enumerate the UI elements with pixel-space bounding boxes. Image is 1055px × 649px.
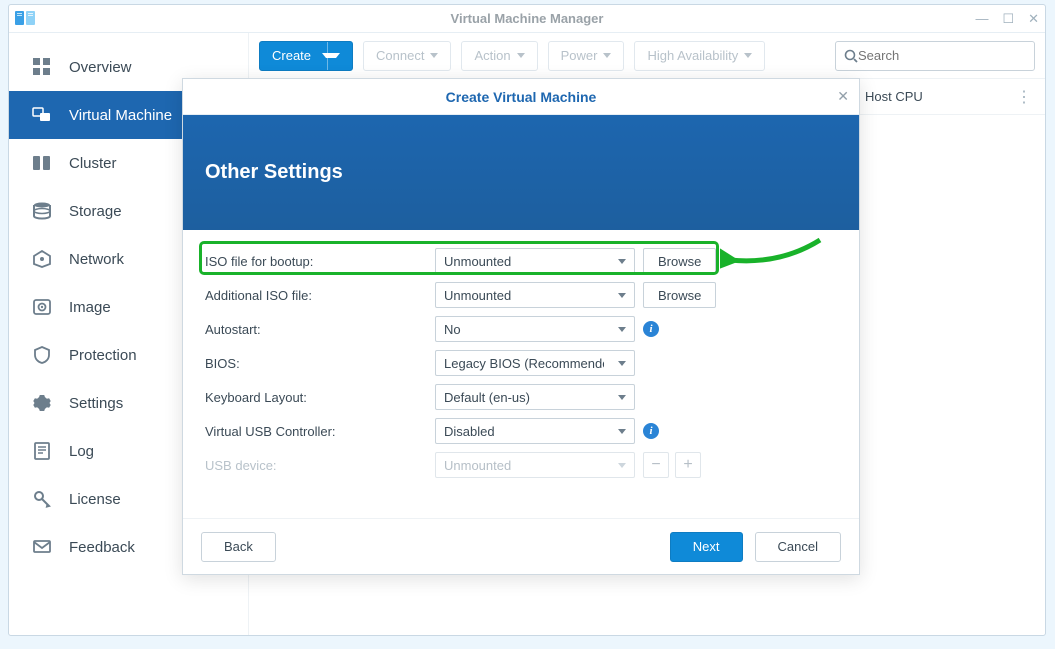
- sidebar-item-label: Settings: [69, 395, 123, 412]
- select-bios[interactable]: Legacy BIOS (Recommende: [435, 350, 635, 376]
- window-close-icon[interactable]: ✕: [1028, 11, 1039, 27]
- modal-body: ISO file for bootup: Unmounted Browse Ad…: [183, 230, 859, 518]
- sidebar-item-label: Overview: [69, 59, 132, 76]
- vm-icon: [31, 104, 53, 126]
- column-header-host-cpu[interactable]: Host CPU: [865, 89, 1015, 104]
- row-keyboard-layout: Keyboard Layout: Default (en-us): [205, 380, 843, 414]
- chevron-down-icon: [618, 293, 626, 298]
- row-bios: BIOS: Legacy BIOS (Recommende: [205, 346, 843, 380]
- window-minimize-icon[interactable]: —: [975, 11, 988, 27]
- feedback-icon: [31, 536, 53, 558]
- row-usb-device: USB device: Unmounted − +: [205, 448, 843, 482]
- grid-icon: [31, 56, 53, 78]
- chevron-down-icon: [618, 429, 626, 434]
- search-input[interactable]: [858, 48, 1034, 63]
- label-iso-additional: Additional ISO file:: [205, 288, 435, 303]
- search-box[interactable]: [835, 41, 1035, 71]
- modal-title: Create Virtual Machine: [446, 89, 597, 105]
- power-button[interactable]: Power: [548, 41, 625, 71]
- select-usb-device: Unmounted: [435, 452, 635, 478]
- cancel-button[interactable]: Cancel: [755, 532, 841, 562]
- sidebar-item-label: Feedback: [69, 539, 135, 556]
- browse-iso-bootup-button[interactable]: Browse: [643, 248, 716, 274]
- close-icon[interactable]: ✕: [837, 88, 849, 105]
- label-usb-device: USB device:: [205, 458, 435, 473]
- modal-heading: Other Settings: [183, 115, 859, 230]
- label-bios: BIOS:: [205, 356, 435, 371]
- modal-titlebar: Create Virtual Machine ✕: [183, 79, 859, 115]
- gear-icon: [31, 392, 53, 414]
- chevron-down-icon: [603, 53, 611, 58]
- search-icon: [844, 49, 858, 63]
- titlebar: Virtual Machine Manager — ☐ ✕: [9, 5, 1045, 33]
- action-button[interactable]: Action: [461, 41, 537, 71]
- chevron-down-icon: [618, 395, 626, 400]
- sidebar-item-label: License: [69, 491, 121, 508]
- add-usb-device-button: +: [675, 452, 701, 478]
- select-iso-additional[interactable]: Unmounted: [435, 282, 635, 308]
- info-icon[interactable]: i: [643, 423, 659, 439]
- license-icon: [31, 488, 53, 510]
- select-iso-bootup[interactable]: Unmounted: [435, 248, 635, 274]
- image-icon: [31, 296, 53, 318]
- select-usb-controller[interactable]: Disabled: [435, 418, 635, 444]
- label-keyboard-layout: Keyboard Layout:: [205, 390, 435, 405]
- chevron-down-icon: [618, 327, 626, 332]
- log-icon: [31, 440, 53, 462]
- window-title: Virtual Machine Manager: [451, 11, 604, 26]
- chevron-down-icon: [618, 361, 626, 366]
- create-vm-modal: Create Virtual Machine ✕ Other Settings …: [182, 78, 860, 575]
- row-autostart: Autostart: No i: [205, 312, 843, 346]
- select-keyboard-layout[interactable]: Default (en-us): [435, 384, 635, 410]
- column-options-icon[interactable]: ⋮: [1015, 87, 1033, 107]
- sidebar-item-label: Storage: [69, 203, 122, 220]
- ha-button[interactable]: High Availability: [634, 41, 765, 71]
- chevron-down-icon: [744, 53, 752, 58]
- chevron-down-icon: [517, 53, 525, 58]
- sidebar-item-label: Network: [69, 251, 124, 268]
- chevron-down-icon: [618, 463, 626, 468]
- protection-icon: [31, 344, 53, 366]
- sidebar-item-label: Virtual Machine: [69, 107, 172, 124]
- browse-iso-additional-button[interactable]: Browse: [643, 282, 716, 308]
- row-iso-additional: Additional ISO file: Unmounted Browse: [205, 278, 843, 312]
- sidebar-item-label: Log: [69, 443, 94, 460]
- network-icon: [31, 248, 53, 270]
- cluster-icon: [31, 152, 53, 174]
- create-button[interactable]: Create: [259, 41, 353, 71]
- window-maximize-icon[interactable]: ☐: [1002, 11, 1014, 27]
- storage-icon: [31, 200, 53, 222]
- sidebar-item-label: Cluster: [69, 155, 117, 172]
- label-iso-bootup: ISO file for bootup:: [205, 254, 435, 269]
- create-button-label: Create: [272, 48, 311, 63]
- info-icon[interactable]: i: [643, 321, 659, 337]
- remove-usb-device-button: −: [643, 452, 669, 478]
- modal-footer: Back Next Cancel: [183, 518, 859, 574]
- next-button[interactable]: Next: [670, 532, 743, 562]
- select-autostart[interactable]: No: [435, 316, 635, 342]
- toolbar: Create Connect Action Power High Availab…: [249, 33, 1045, 79]
- sidebar-item-label: Image: [69, 299, 111, 316]
- app-icon: [15, 9, 37, 27]
- label-autostart: Autostart:: [205, 322, 435, 337]
- label-usb-controller: Virtual USB Controller:: [205, 424, 435, 439]
- row-iso-bootup: ISO file for bootup: Unmounted Browse: [205, 244, 843, 278]
- row-usb-controller: Virtual USB Controller: Disabled i: [205, 414, 843, 448]
- connect-button[interactable]: Connect: [363, 41, 451, 71]
- chevron-down-icon: [430, 53, 438, 58]
- chevron-down-icon: [322, 53, 340, 58]
- back-button[interactable]: Back: [201, 532, 276, 562]
- chevron-down-icon: [618, 259, 626, 264]
- sidebar-item-label: Protection: [69, 347, 137, 364]
